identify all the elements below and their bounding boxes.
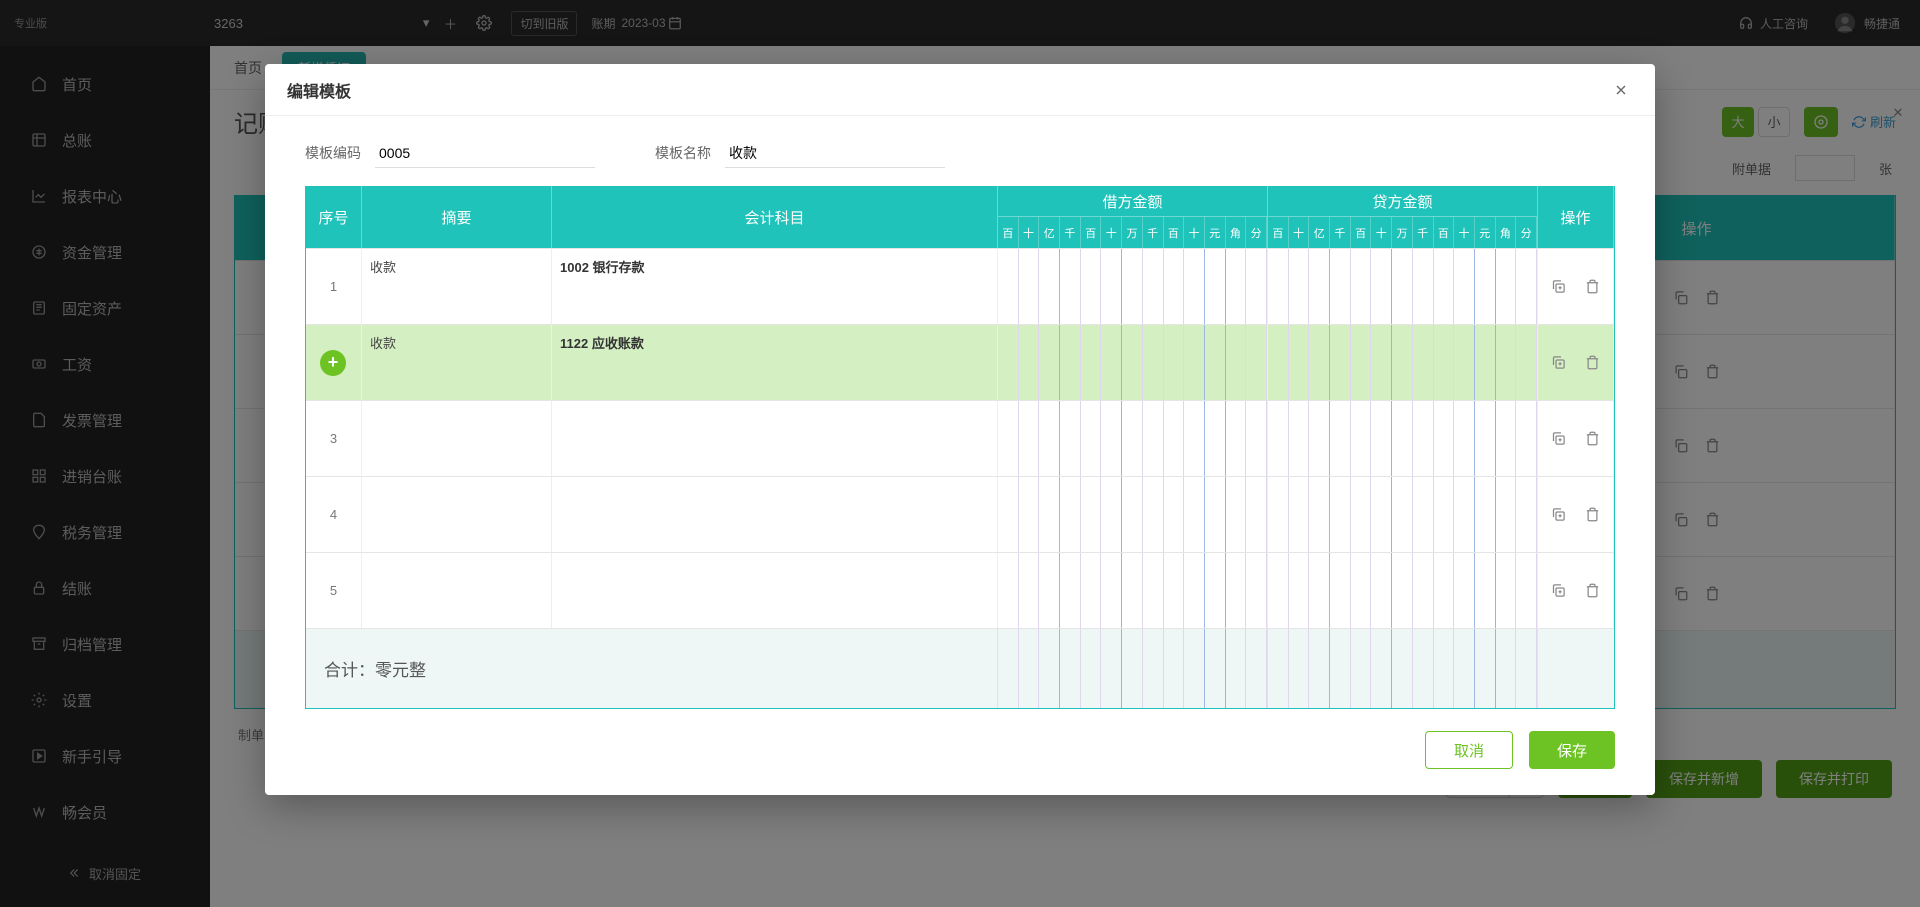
row-abstract[interactable]	[362, 401, 552, 476]
save-button[interactable]: 保存	[1529, 731, 1615, 769]
col-credit: 贷方金额 百十亿千百十万千百十元角分	[1268, 186, 1538, 248]
col-seq: 序号	[306, 186, 362, 248]
row-seq: 5	[306, 553, 362, 628]
row-debit[interactable]	[998, 325, 1268, 400]
copy-row-icon[interactable]	[1550, 506, 1568, 524]
copy-row-icon[interactable]	[1550, 430, 1568, 448]
row-abstract[interactable]	[362, 553, 552, 628]
total-label: 合计：零元整	[306, 629, 998, 708]
delete-row-icon[interactable]	[1584, 506, 1602, 524]
template-code-input[interactable]	[375, 138, 595, 168]
template-name-input[interactable]	[725, 138, 945, 168]
row-seq: 4	[306, 477, 362, 552]
template-row[interactable]: 5	[306, 552, 1614, 628]
row-abstract[interactable]	[362, 477, 552, 552]
col-abstract: 摘要	[362, 186, 552, 248]
template-row[interactable]: + 收款1122 应收账款	[306, 324, 1614, 400]
row-debit[interactable]	[998, 477, 1268, 552]
row-credit[interactable]	[1268, 553, 1538, 628]
template-row[interactable]: 4	[306, 476, 1614, 552]
col-ops: 操作	[1538, 186, 1614, 248]
delete-row-icon[interactable]	[1584, 430, 1602, 448]
cancel-button[interactable]: 取消	[1425, 731, 1513, 769]
delete-row-icon[interactable]	[1584, 278, 1602, 296]
row-debit[interactable]	[998, 553, 1268, 628]
row-abstract[interactable]: 收款	[362, 249, 552, 324]
add-row-icon[interactable]: +	[320, 350, 346, 376]
copy-row-icon[interactable]	[1550, 278, 1568, 296]
delete-row-icon[interactable]	[1584, 582, 1602, 600]
copy-row-icon[interactable]	[1550, 354, 1568, 372]
row-seq: 1	[306, 249, 362, 324]
modal-overlay: 编辑模板 模板编码 模板名称 序号 摘要 会计科目 借方金额	[0, 0, 1920, 907]
row-credit[interactable]	[1268, 249, 1538, 324]
name-label: 模板名称	[655, 143, 711, 163]
delete-row-icon[interactable]	[1584, 354, 1602, 372]
close-icon[interactable]	[1609, 78, 1633, 102]
row-debit[interactable]	[998, 401, 1268, 476]
edit-template-modal: 编辑模板 模板编码 模板名称 序号 摘要 会计科目 借方金额	[265, 64, 1655, 795]
row-subject[interactable]	[552, 477, 998, 552]
row-subject[interactable]: 1002 银行存款	[552, 249, 998, 324]
template-row[interactable]: 3	[306, 400, 1614, 476]
copy-row-icon[interactable]	[1550, 582, 1568, 600]
row-seq: +	[306, 325, 362, 400]
row-credit[interactable]	[1268, 401, 1538, 476]
template-table: 序号 摘要 会计科目 借方金额 百十亿千百十万千百十元角分 贷方金额 百十亿千百…	[305, 186, 1615, 709]
col-subject: 会计科目	[552, 186, 998, 248]
row-subject[interactable]	[552, 553, 998, 628]
col-debit: 借方金额 百十亿千百十万千百十元角分	[998, 186, 1268, 248]
row-seq: 3	[306, 401, 362, 476]
total-row: 合计：零元整	[306, 628, 1614, 708]
row-abstract[interactable]: 收款	[362, 325, 552, 400]
row-credit[interactable]	[1268, 477, 1538, 552]
row-debit[interactable]	[998, 249, 1268, 324]
row-subject[interactable]	[552, 401, 998, 476]
code-label: 模板编码	[305, 143, 361, 163]
template-row[interactable]: 1收款1002 银行存款	[306, 248, 1614, 324]
row-subject[interactable]: 1122 应收账款	[552, 325, 998, 400]
modal-title: 编辑模板	[287, 78, 351, 102]
row-credit[interactable]	[1268, 325, 1538, 400]
